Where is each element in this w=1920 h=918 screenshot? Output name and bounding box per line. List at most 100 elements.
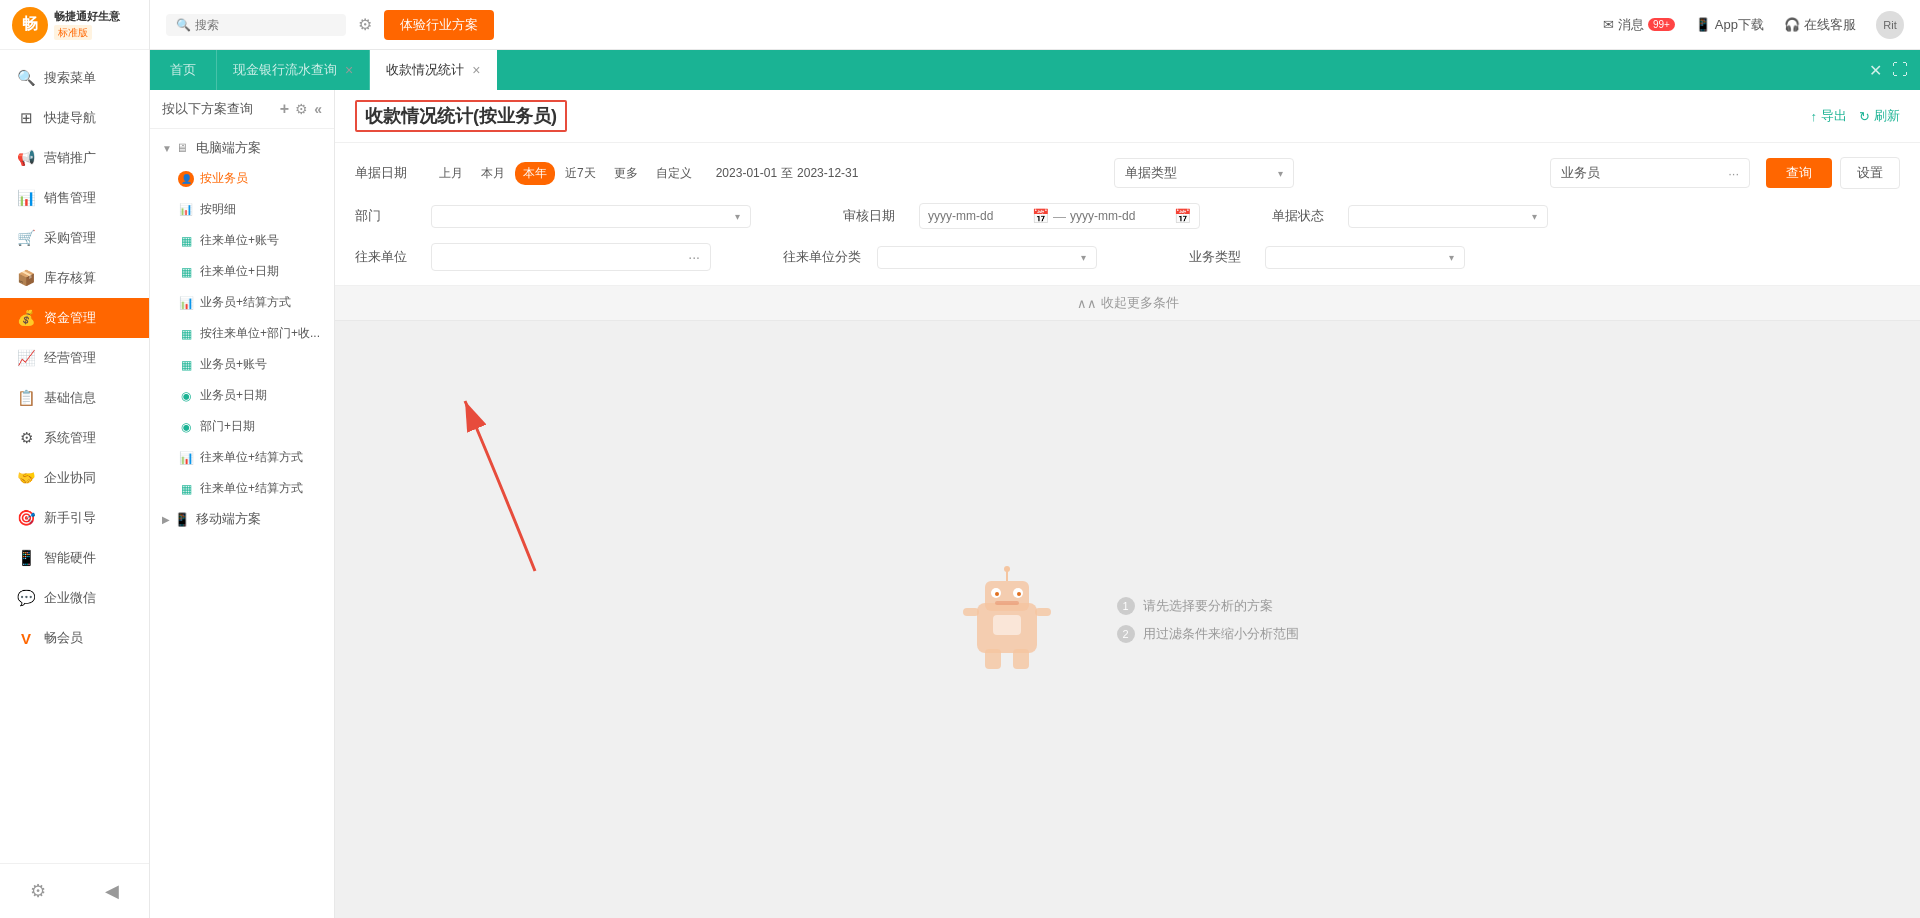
sidebar-item-marketing[interactable]: 📢 营销推广	[0, 138, 149, 178]
date-tab-this-year[interactable]: 本年	[515, 162, 555, 185]
scheme-item-partner-settlement2[interactable]: ▦ 往来单位+结算方式	[150, 473, 334, 504]
sidebar-item-search[interactable]: 🔍 搜索菜单	[0, 58, 149, 98]
sidebar-item-member[interactable]: V 畅会员	[0, 618, 149, 658]
biz-type-arrow: ▾	[1449, 252, 1454, 263]
message-item[interactable]: ✉ 消息 99+	[1603, 16, 1675, 34]
search-icon: 🔍	[16, 68, 36, 88]
sidebar-item-weixin[interactable]: 💬 企业微信	[0, 578, 149, 618]
desktop-group-header[interactable]: ▼ 🖥 电脑端方案	[150, 133, 334, 163]
sidebar-item-enterprise[interactable]: 🤝 企业协同	[0, 458, 149, 498]
tab-home[interactable]: 首页	[150, 50, 217, 90]
marketing-icon: 📢	[16, 148, 36, 168]
doc-status-select[interactable]: ▾	[1348, 205, 1548, 228]
mobile-group-label: 移动端方案	[196, 510, 261, 528]
mobile-scheme-group: ▶ 📱 移动端方案	[150, 504, 334, 534]
grid-icon: ▦	[178, 233, 194, 249]
settings-button[interactable]: 设置	[1840, 157, 1900, 189]
collapse-btn[interactable]: ∧∧ 收起更多条件	[1077, 294, 1179, 312]
grid-icon3: ▦	[178, 326, 194, 342]
scheme-item-partner-account[interactable]: ▦ 往来单位+账号	[150, 225, 334, 256]
svg-rect-10	[1035, 608, 1051, 616]
trial-button[interactable]: 体验行业方案	[384, 10, 494, 40]
enterprise-icon: 🤝	[16, 468, 36, 488]
svg-rect-12	[1013, 649, 1029, 669]
grid-icon4: ▦	[178, 357, 194, 373]
filter-area: 单据日期 上月 本月 本年 近7天 更多 自定义 2023-01-01 至	[335, 143, 1920, 286]
export-button[interactable]: ↑ 导出	[1811, 107, 1848, 125]
audit-date-to-input[interactable]	[1070, 209, 1170, 223]
tip-text-2: 用过滤条件来缩小分析范围	[1143, 625, 1299, 643]
footer-collapse-btn[interactable]: ◀	[99, 874, 125, 908]
query-button[interactable]: 查询	[1766, 158, 1832, 188]
app-icon: 📱	[1695, 17, 1711, 32]
guide-icon: 🎯	[16, 508, 36, 528]
sidebar-item-quick[interactable]: ⊞ 快捷导航	[0, 98, 149, 138]
mobile-icon: 📱	[174, 512, 190, 527]
inventory-icon: 📦	[16, 268, 36, 288]
panel-add-btn[interactable]: +	[280, 100, 289, 118]
tip-num-2: 2	[1117, 625, 1135, 643]
user-avatar[interactable]: Rit	[1876, 11, 1904, 39]
scheme-item-partner-dept-collect[interactable]: ▦ 按往来单位+部门+收...	[150, 318, 334, 349]
mobile-group-header[interactable]: ▶ 📱 移动端方案	[150, 504, 334, 534]
scheme-item-dept-date[interactable]: ◉ 部门+日期	[150, 411, 334, 442]
desktop-group-label: 电脑端方案	[196, 139, 261, 157]
biz-type-select[interactable]: ▾	[1265, 246, 1465, 269]
collapse-bar[interactable]: ∧∧ 收起更多条件	[335, 286, 1920, 321]
tab-close-all-icon[interactable]: ✕	[1869, 61, 1882, 80]
refresh-button[interactable]: ↻ 刷新	[1859, 107, 1900, 125]
date-tab-more[interactable]: 更多	[606, 162, 646, 185]
date-tab-last-month[interactable]: 上月	[431, 162, 471, 185]
sidebar-item-sales[interactable]: 📊 销售管理	[0, 178, 149, 218]
tab-expand-icon[interactable]: ⛶	[1892, 61, 1908, 79]
cal-icon-to[interactable]: 📅	[1174, 208, 1191, 224]
finance-icon: 💰	[16, 308, 36, 328]
sidebar-item-purchase[interactable]: 🛒 采购管理	[0, 218, 149, 258]
salesperson-select[interactable]: 业务员 ···	[1550, 158, 1750, 188]
date-tab-this-month[interactable]: 本月	[473, 162, 513, 185]
scheme-item-by-salesperson[interactable]: 👤 按业务员	[150, 163, 334, 194]
partner-select[interactable]: ···	[431, 243, 711, 271]
header-gear-icon[interactable]: ⚙	[358, 15, 372, 34]
audit-date-input-group[interactable]: 📅 — 📅	[919, 203, 1200, 229]
scheme-item-partner-settlement1[interactable]: 📊 往来单位+结算方式	[150, 442, 334, 473]
footer-settings-btn[interactable]: ⚙	[24, 874, 52, 908]
system-icon: ⚙	[16, 428, 36, 448]
date-tab-custom[interactable]: 自定义	[648, 162, 700, 185]
sidebar-nav: 🔍 搜索菜单 ⊞ 快捷导航 📢 营销推广 📊 销售管理 🛒 采购管理 📦	[0, 50, 149, 863]
bar-chart-icon2: 📊	[178, 295, 194, 311]
scheme-item-salesperson-date[interactable]: ◉ 业务员+日期	[150, 380, 334, 411]
date-tab-last-7-days[interactable]: 近7天	[557, 162, 604, 185]
sidebar-item-guide[interactable]: 🎯 新手引导	[0, 498, 149, 538]
tab-bank-close[interactable]: ×	[345, 62, 353, 78]
search-input[interactable]	[195, 18, 325, 32]
sidebar-item-hardware[interactable]: 📱 智能硬件	[0, 538, 149, 578]
partner-more-btn[interactable]: ···	[688, 249, 700, 265]
panel-settings-btn[interactable]: ⚙	[295, 101, 308, 117]
dept-select[interactable]: ▾	[431, 205, 751, 228]
tab-collection[interactable]: 收款情况统计 ×	[370, 50, 497, 90]
scheme-item-salesperson-account[interactable]: ▦ 业务员+账号	[150, 349, 334, 380]
main-content: 🔍 ⚙ 体验行业方案 ✉ 消息 99+ 📱 App下载 🎧 在线	[150, 0, 1920, 918]
panel-collapse-btn[interactable]: «	[314, 101, 322, 117]
header-search-box[interactable]: 🔍	[166, 14, 346, 36]
sidebar-item-operations[interactable]: 📈 经营管理	[0, 338, 149, 378]
scheme-item-salesperson-settlement[interactable]: 📊 业务员+结算方式	[150, 287, 334, 318]
svg-rect-13	[993, 615, 1021, 635]
online-service-item[interactable]: 🎧 在线客服	[1784, 16, 1856, 34]
tab-collection-close[interactable]: ×	[472, 62, 480, 78]
doc-type-select[interactable]: 单据类型 ▾	[1114, 158, 1294, 188]
operations-icon: 📈	[16, 348, 36, 368]
scheme-item-by-detail[interactable]: 📊 按明细	[150, 194, 334, 225]
tab-bank[interactable]: 现金银行流水查询 ×	[217, 50, 370, 90]
sidebar-item-inventory[interactable]: 📦 库存核算	[0, 258, 149, 298]
audit-date-label: 审核日期	[843, 207, 903, 225]
partner-class-select[interactable]: ▾	[877, 246, 1097, 269]
app-download-item[interactable]: 📱 App下载	[1695, 16, 1764, 34]
sidebar-item-finance[interactable]: 💰 资金管理	[0, 298, 149, 338]
sidebar-item-basic[interactable]: 📋 基础信息	[0, 378, 149, 418]
sidebar-item-system[interactable]: ⚙ 系统管理	[0, 418, 149, 458]
audit-date-from-input[interactable]	[928, 209, 1028, 223]
cal-icon-from[interactable]: 📅	[1032, 208, 1049, 224]
scheme-item-partner-date[interactable]: ▦ 往来单位+日期	[150, 256, 334, 287]
